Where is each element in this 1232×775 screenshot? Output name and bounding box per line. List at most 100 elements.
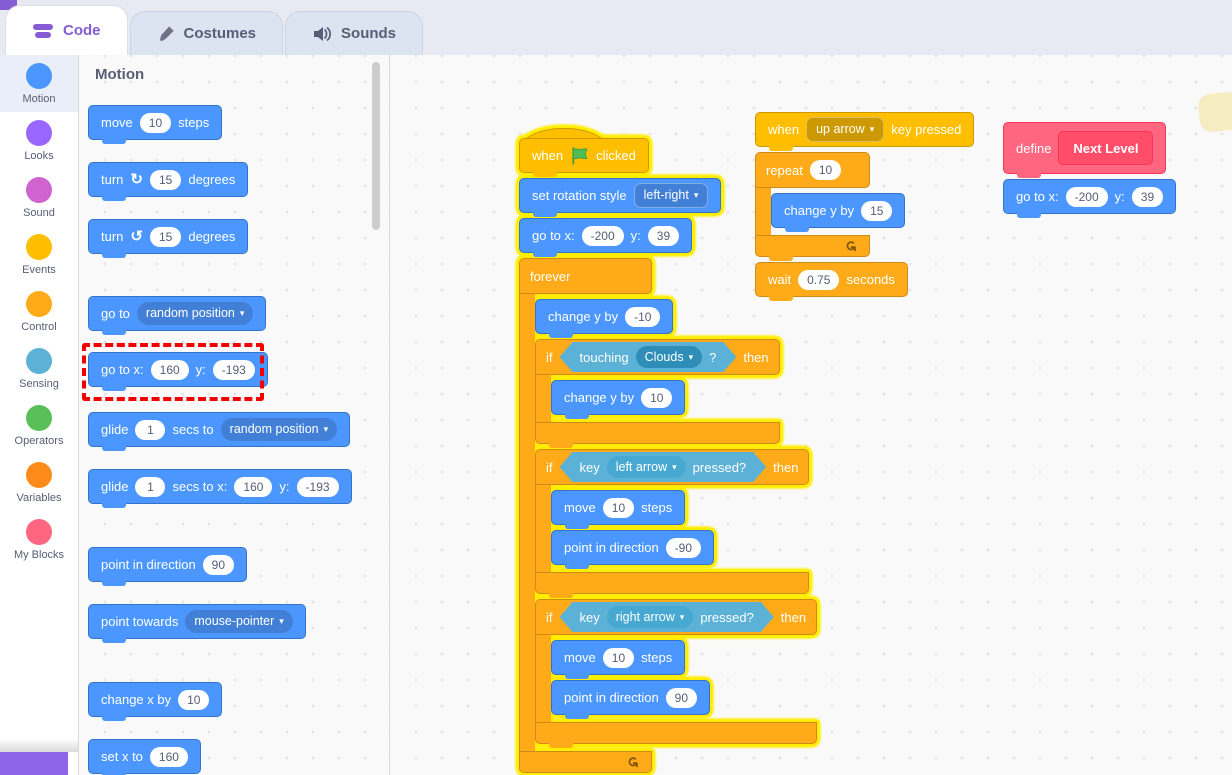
palette-block-point-in-direction[interactable]: point in direction 90 <box>88 547 247 582</box>
value-input-x[interactable]: 160 <box>234 477 272 497</box>
condition-key-left-arrow-pressed[interactable]: key left arrow ▾ pressed? <box>560 452 767 482</box>
block-go-to-xy[interactable]: go to x: -200 y: 39 <box>1003 179 1176 214</box>
block-move-steps[interactable]: move 10 steps <box>551 640 685 675</box>
block-change-y[interactable]: change y by -10 <box>535 299 673 334</box>
palette-block-move-steps[interactable]: move 10 steps <box>88 105 222 140</box>
tab-code[interactable]: Code <box>5 5 128 55</box>
dropdown-key[interactable]: left arrow ▾ <box>607 456 686 479</box>
block-set-rotation-style[interactable]: set rotation style left-right ▾ <box>519 178 721 213</box>
value-input[interactable]: -10 <box>625 307 660 327</box>
condition-touching-clouds[interactable]: touching Clouds ▾ ? <box>560 342 737 372</box>
block-label: pressed? <box>693 460 746 475</box>
value-input[interactable]: 1 <box>135 420 165 440</box>
block-if-touching-clouds[interactable]: if touching Clouds ▾ ? then <box>535 339 780 444</box>
value-input-x[interactable]: -200 <box>1066 187 1108 207</box>
value-input[interactable]: 15 <box>150 170 181 190</box>
condition-key-right-arrow-pressed[interactable]: key right arrow ▾ pressed? <box>560 602 774 632</box>
value-input[interactable]: 1 <box>135 477 165 497</box>
palette-block-glide-xy[interactable]: glide 1 secs to x: 160 y: -193 <box>88 469 352 504</box>
block-when-flag-clicked[interactable]: when clicked <box>519 138 649 173</box>
dropdown-point-towards[interactable]: mouse-pointer ▾ <box>185 610 292 633</box>
value-input[interactable]: 10 <box>603 498 634 518</box>
value-input-y[interactable]: 39 <box>648 226 679 246</box>
sidebar-item-motion[interactable]: Motion <box>0 55 78 112</box>
block-move-steps[interactable]: move 10 steps <box>551 490 685 525</box>
if-footer[interactable] <box>535 572 809 594</box>
value-input[interactable]: 15 <box>150 227 181 247</box>
dropdown-key[interactable]: right arrow ▾ <box>607 606 694 629</box>
block-point-in-direction[interactable]: point in direction -90 <box>551 530 714 565</box>
custom-block-name[interactable]: Next Level <box>1058 131 1153 165</box>
block-if-key-left-arrow[interactable]: if key left arrow ▾ pressed? then <box>535 449 809 594</box>
block-when-key-pressed[interactable]: when up arrow ▾ key pressed <box>755 112 974 147</box>
value-input-x[interactable]: 160 <box>151 360 189 380</box>
block-if-key-right-arrow[interactable]: if key right arrow ▾ pressed? then <box>535 599 817 744</box>
dropdown-rotation-style[interactable]: left-right ▾ <box>634 183 709 208</box>
value-input-y[interactable]: 39 <box>1132 187 1163 207</box>
value-input[interactable]: 160 <box>150 747 188 767</box>
dropdown-glide-target[interactable]: random position ▾ <box>221 418 337 441</box>
value-input[interactable]: 10 <box>810 160 841 180</box>
block-point-in-direction[interactable]: point in direction 90 <box>551 680 710 715</box>
chevron-down-icon: ▾ <box>870 125 875 134</box>
value-input[interactable]: 10 <box>641 388 672 408</box>
sidebar-item-control[interactable]: Control <box>0 283 78 340</box>
palette-scrollbar[interactable] <box>372 62 380 230</box>
if-header[interactable]: if key right arrow ▾ pressed? then <box>535 599 817 635</box>
tab-sounds[interactable]: Sounds <box>285 11 423 55</box>
palette-block-go-to-menu[interactable]: go to random position ▾ <box>88 296 266 331</box>
block-label: turn <box>101 172 123 187</box>
block-label: forever <box>530 269 570 284</box>
value-input[interactable]: 90 <box>666 688 697 708</box>
if-header[interactable]: if key left arrow ▾ pressed? then <box>535 449 809 485</box>
value-input[interactable]: 90 <box>203 555 234 575</box>
value-input[interactable]: -90 <box>666 538 701 558</box>
sidebar-item-my-blocks[interactable]: My Blocks <box>0 511 78 568</box>
dropdown-go-to[interactable]: random position ▾ <box>137 302 253 325</box>
block-change-y[interactable]: change y by 15 <box>771 193 905 228</box>
dropdown-touching-target[interactable]: Clouds ▾ <box>636 346 702 369</box>
value-input[interactable]: 10 <box>140 113 171 133</box>
sidebar-item-sound[interactable]: Sound <box>0 169 78 226</box>
sidebar-item-sensing[interactable]: Sensing <box>0 340 78 397</box>
block-change-y[interactable]: change y by 10 <box>551 380 685 415</box>
value-input-y[interactable]: -193 <box>297 477 339 497</box>
script-workspace[interactable]: when clicked set rotation style left-rig… <box>391 55 1232 775</box>
sidebar-item-operators[interactable]: Operators <box>0 397 78 454</box>
block-define-next-level[interactable]: define Next Level <box>1003 122 1166 174</box>
block-forever[interactable]: forever change y by -10 if <box>519 258 817 773</box>
forever-footer[interactable]: ↻ <box>519 751 652 773</box>
value-input-x[interactable]: -200 <box>582 226 624 246</box>
sidebar-item-variables[interactable]: Variables <box>0 454 78 511</box>
dropdown-key-select[interactable]: up arrow ▾ <box>806 117 884 142</box>
palette-block-change-x[interactable]: change x by 10 <box>88 682 222 717</box>
palette-block-turn-left[interactable]: turn ↺ 15 degrees <box>88 219 248 254</box>
block-repeat[interactable]: repeat 10 change y by 15 ↻ <box>755 152 905 257</box>
repeat-footer[interactable]: ↻ <box>755 235 870 257</box>
tab-costumes[interactable]: Costumes <box>130 11 284 55</box>
palette-block-go-to-xy[interactable]: go to x: 160 y: -193 <box>88 352 268 387</box>
repeat-header[interactable]: repeat 10 <box>755 152 870 188</box>
value-input[interactable]: 10 <box>603 648 634 668</box>
if-footer[interactable] <box>535 722 817 744</box>
palette-block-turn-right[interactable]: turn ↻ 15 degrees <box>88 162 248 197</box>
palette-block-point-towards[interactable]: point towards mouse-pointer ▾ <box>88 604 306 639</box>
add-extension-button[interactable] <box>0 752 68 775</box>
category-label: Sound <box>23 207 55 219</box>
if-footer[interactable] <box>535 422 780 444</box>
value-input[interactable]: 15 <box>861 201 892 221</box>
block-wait-seconds[interactable]: wait 0.75 seconds <box>755 262 908 297</box>
if-header[interactable]: if touching Clouds ▾ ? then <box>535 339 780 375</box>
forever-header[interactable]: forever <box>519 258 652 294</box>
value-input[interactable]: 0.75 <box>798 270 839 290</box>
palette-block-set-x[interactable]: set x to 160 <box>88 739 201 774</box>
category-label: Operators <box>15 435 64 447</box>
palette-block-glide-menu[interactable]: glide 1 secs to random position ▾ <box>88 412 350 447</box>
sidebar-item-events[interactable]: Events <box>0 226 78 283</box>
block-label: go to x: <box>532 228 575 243</box>
sidebar-item-looks[interactable]: Looks <box>0 112 78 169</box>
block-label: key <box>580 460 600 475</box>
block-go-to-xy[interactable]: go to x: -200 y: 39 <box>519 218 692 253</box>
value-input[interactable]: 10 <box>178 690 209 710</box>
value-input-y[interactable]: -193 <box>213 360 255 380</box>
